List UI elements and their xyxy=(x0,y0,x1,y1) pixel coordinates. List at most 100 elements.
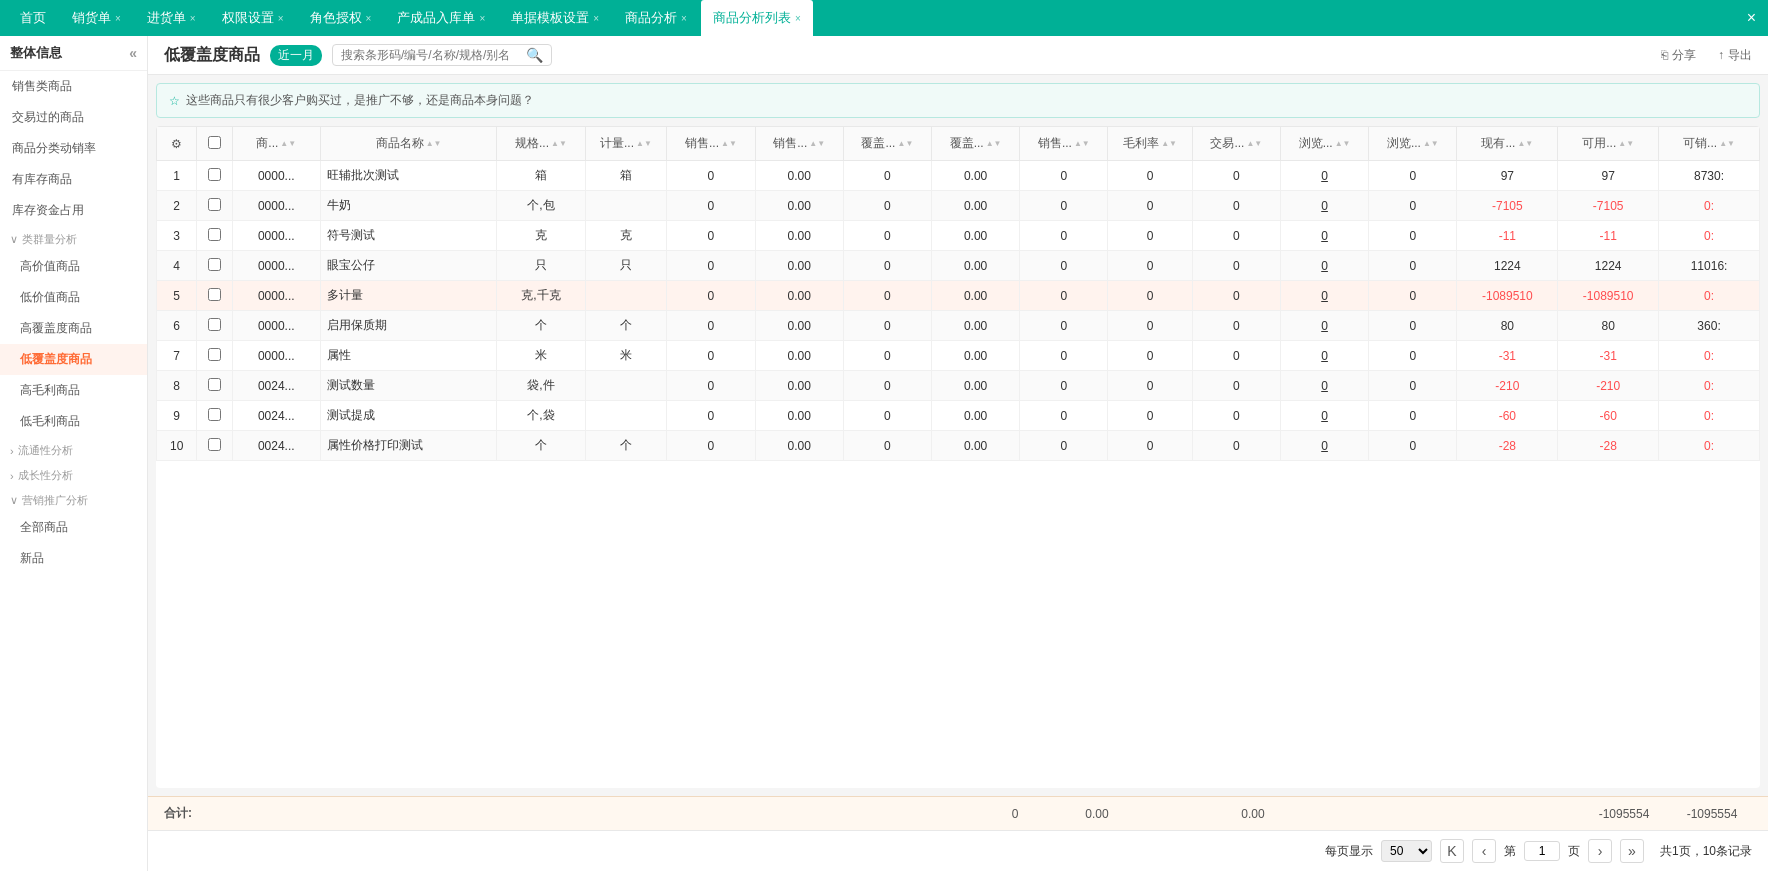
next-page-button[interactable]: › xyxy=(1588,839,1612,863)
per-page-select[interactable]: 50 20 100 200 xyxy=(1381,840,1432,862)
row-select[interactable] xyxy=(208,258,221,271)
nav-goods-analysis[interactable]: 商品分析 × xyxy=(613,0,699,36)
search-input[interactable] xyxy=(341,48,522,62)
nav-close-goods-list[interactable]: × xyxy=(795,13,801,24)
select-all-checkbox[interactable] xyxy=(208,136,221,149)
page-number-input[interactable] xyxy=(1524,841,1560,861)
last-page-button[interactable]: » xyxy=(1620,839,1644,863)
sidebar-item-new-goods[interactable]: 新品 xyxy=(0,543,147,574)
sidebar-item-low-profit[interactable]: 低毛利商品 xyxy=(0,406,147,437)
sidebar-item-high-value[interactable]: 高价值商品 xyxy=(0,251,147,282)
row-name[interactable]: 属性价格打印测试 xyxy=(320,431,496,461)
row-checkbox[interactable] xyxy=(197,341,232,371)
col-sales1[interactable]: 销售... ▲▼ xyxy=(667,127,755,161)
first-page-button[interactable]: K xyxy=(1440,839,1464,863)
sidebar-item-sales-goods[interactable]: 销售类商品 xyxy=(0,71,147,102)
browse1-link[interactable]: 0 xyxy=(1321,319,1328,333)
sidebar-item-in-stock[interactable]: 有库存商品 xyxy=(0,164,147,195)
sidebar-item-traded-goods[interactable]: 交易过的商品 xyxy=(0,102,147,133)
row-checkbox[interactable] xyxy=(197,311,232,341)
nav-close-finished[interactable]: × xyxy=(479,13,485,24)
nav-close-role[interactable]: × xyxy=(366,13,372,24)
col-trade[interactable]: 交易... ▲▼ xyxy=(1192,127,1280,161)
browse1-link[interactable]: 0 xyxy=(1321,169,1328,183)
row-browse1[interactable]: 0 xyxy=(1280,221,1368,251)
nav-close-sales-order[interactable]: × xyxy=(115,13,121,24)
search-icon[interactable]: 🔍 xyxy=(526,47,543,63)
row-checkbox[interactable] xyxy=(197,371,232,401)
close-all-tabs[interactable]: × xyxy=(1747,9,1756,27)
row-checkbox[interactable] xyxy=(197,281,232,311)
row-browse1[interactable]: 0 xyxy=(1280,161,1368,191)
browse1-link[interactable]: 0 xyxy=(1321,439,1328,453)
row-checkbox[interactable] xyxy=(197,431,232,461)
row-browse1[interactable]: 0 xyxy=(1280,281,1368,311)
row-browse1[interactable]: 0 xyxy=(1280,251,1368,281)
export-button[interactable]: ↑ 导出 xyxy=(1718,47,1752,64)
row-select[interactable] xyxy=(208,228,221,241)
row-name[interactable]: 测试数量 xyxy=(320,371,496,401)
nav-close-goods-analysis[interactable]: × xyxy=(681,13,687,24)
nav-home[interactable]: 首页 xyxy=(8,0,58,36)
row-select[interactable] xyxy=(208,168,221,181)
col-gross[interactable]: 毛利率 ▲▼ xyxy=(1108,127,1192,161)
nav-goods-analysis-list[interactable]: 商品分析列表 × xyxy=(701,0,813,36)
sidebar-section-marketing[interactable]: ∨ 营销推广分析 xyxy=(0,487,147,512)
col-browse2[interactable]: 浏览... ▲▼ xyxy=(1369,127,1457,161)
nav-close-template[interactable]: × xyxy=(593,13,599,24)
row-browse1[interactable]: 0 xyxy=(1280,191,1368,221)
time-filter-button[interactable]: 近一月 xyxy=(270,45,322,66)
col-checkbox[interactable] xyxy=(197,127,232,161)
row-browse1[interactable]: 0 xyxy=(1280,311,1368,341)
browse1-link[interactable]: 0 xyxy=(1321,409,1328,423)
row-name[interactable]: 多计量 xyxy=(320,281,496,311)
col-unit[interactable]: 计量... ▲▼ xyxy=(585,127,667,161)
sidebar-item-low-value[interactable]: 低价值商品 xyxy=(0,282,147,313)
row-name[interactable]: 符号测试 xyxy=(320,221,496,251)
nav-close-permissions[interactable]: × xyxy=(278,13,284,24)
row-name[interactable]: 启用保质期 xyxy=(320,311,496,341)
nav-close-purchase[interactable]: × xyxy=(190,13,196,24)
sidebar-item-high-profit[interactable]: 高毛利商品 xyxy=(0,375,147,406)
col-saleable[interactable]: 可销... ▲▼ xyxy=(1659,127,1760,161)
col-sales3[interactable]: 销售... ▲▼ xyxy=(1020,127,1108,161)
nav-role-auth[interactable]: 角色授权 × xyxy=(298,0,384,36)
col-settings[interactable]: ⚙ xyxy=(157,127,197,161)
browse1-link[interactable]: 0 xyxy=(1321,289,1328,303)
row-name[interactable]: 眼宝公仔 xyxy=(320,251,496,281)
row-select[interactable] xyxy=(208,288,221,301)
browse1-link[interactable]: 0 xyxy=(1321,259,1328,273)
row-browse1[interactable]: 0 xyxy=(1280,431,1368,461)
col-cov1[interactable]: 覆盖... ▲▼ xyxy=(843,127,931,161)
share-button[interactable]: ⎗ 分享 xyxy=(1661,47,1696,64)
col-available[interactable]: 可用... ▲▼ xyxy=(1558,127,1659,161)
row-checkbox[interactable] xyxy=(197,251,232,281)
nav-template-settings[interactable]: 单据模板设置 × xyxy=(499,0,611,36)
row-select[interactable] xyxy=(208,318,221,331)
nav-sales-order[interactable]: 销货单 × xyxy=(60,0,133,36)
row-browse1[interactable]: 0 xyxy=(1280,401,1368,431)
row-select[interactable] xyxy=(208,348,221,361)
row-name[interactable]: 牛奶 xyxy=(320,191,496,221)
row-select[interactable] xyxy=(208,378,221,391)
sidebar-section-growth[interactable]: › 成长性分析 xyxy=(0,462,147,487)
sidebar-collapse-button[interactable]: « xyxy=(129,45,137,61)
row-checkbox[interactable] xyxy=(197,191,232,221)
row-select[interactable] xyxy=(208,438,221,451)
browse1-link[interactable]: 0 xyxy=(1321,349,1328,363)
col-sales2[interactable]: 销售... ▲▼ xyxy=(755,127,843,161)
nav-permissions[interactable]: 权限设置 × xyxy=(210,0,296,36)
col-code[interactable]: 商... ▲▼ xyxy=(232,127,320,161)
row-checkbox[interactable] xyxy=(197,221,232,251)
browse1-link[interactable]: 0 xyxy=(1321,229,1328,243)
col-browse1[interactable]: 浏览... ▲▼ xyxy=(1280,127,1368,161)
sidebar-item-stock-fund[interactable]: 库存资金占用 xyxy=(0,195,147,226)
sidebar-section-liquidity[interactable]: › 流通性分析 xyxy=(0,437,147,462)
row-checkbox[interactable] xyxy=(197,161,232,191)
row-name[interactable]: 测试提成 xyxy=(320,401,496,431)
prev-page-button[interactable]: ‹ xyxy=(1472,839,1496,863)
sidebar-item-category-rate[interactable]: 商品分类动销率 xyxy=(0,133,147,164)
col-current[interactable]: 现有... ▲▼ xyxy=(1457,127,1558,161)
nav-purchase-order[interactable]: 进货单 × xyxy=(135,0,208,36)
row-browse1[interactable]: 0 xyxy=(1280,371,1368,401)
